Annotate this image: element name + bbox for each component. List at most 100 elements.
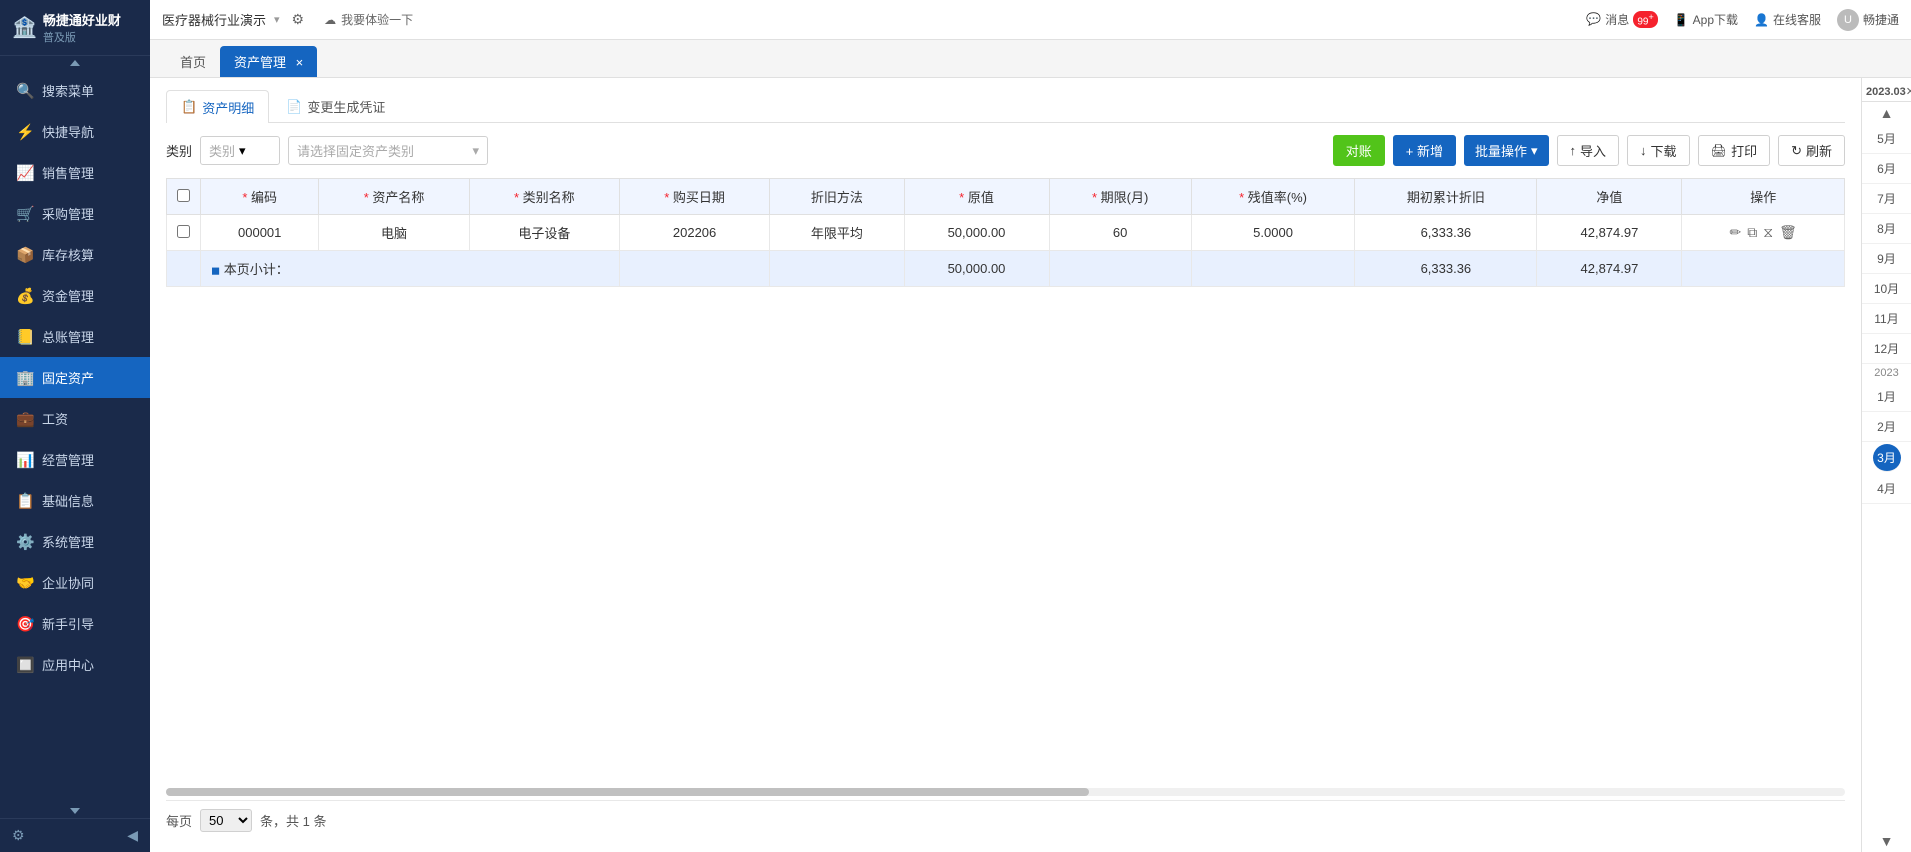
month-item-prev[interactable]: 11月 — [1862, 304, 1911, 334]
panel-down-btn[interactable]: ▼ — [1874, 830, 1900, 852]
topbar-dropdown-icon[interactable]: ▾ — [274, 13, 280, 26]
sidebar-item-9[interactable]: 📊经营管理 — [0, 439, 150, 480]
sidebar-item-1[interactable]: ⚡快捷导航 — [0, 111, 150, 152]
collapse-icon[interactable]: ◀ — [127, 827, 138, 844]
download-btn[interactable]: ↓ 下载 — [1627, 135, 1690, 166]
sidebar-item-2[interactable]: 📈销售管理 — [0, 152, 150, 193]
online-service-btn[interactable]: 👤 在线客服 — [1754, 11, 1821, 28]
account-btn[interactable]: 对账 — [1333, 135, 1385, 166]
sidebar-item-5[interactable]: 💰资金管理 — [0, 275, 150, 316]
sidebar-label-12: 企业协同 — [42, 573, 94, 592]
toolbar-right: 对账 + 新增 批量操作 ▾ ↑ 导入 ↓ 下载 🖨 — [1333, 135, 1845, 166]
new-btn[interactable]: + 新增 — [1393, 135, 1456, 166]
subtotal-row: ◼ 本页小计： 50,000.00 6,333.36 42,874.97 — [167, 251, 1845, 287]
sidebar-icon-13: 🎯 — [16, 615, 34, 633]
sidebar-label-10: 基础信息 — [42, 491, 94, 510]
row-checkbox-0[interactable] — [177, 225, 190, 238]
sidebar-icon-4: 📦 — [16, 246, 34, 264]
tab-home[interactable]: 首页 — [166, 46, 220, 77]
month-item-prev[interactable]: 10月 — [1862, 274, 1911, 304]
subtotal-empty4 — [1049, 251, 1191, 287]
print-btn[interactable]: 🖨 打印 — [1698, 135, 1771, 166]
sidebar-item-8[interactable]: 💼工资 — [0, 398, 150, 439]
sub-tab-voucher[interactable]: 📄 变更生成凭证 — [271, 90, 400, 122]
tab-close-icon[interactable]: × — [296, 55, 304, 70]
sub-tab-asset-detail-label: 资产明细 — [202, 98, 254, 117]
th-purchase-date: * 购买日期 — [619, 179, 769, 215]
message-label: 消息 — [1605, 11, 1629, 28]
tab-asset-management[interactable]: 资产管理 × — [220, 46, 317, 77]
month-item-prev[interactable]: 8月 — [1862, 214, 1911, 244]
page-size-label: 每页 — [166, 811, 192, 830]
sidebar-icon-6: 📒 — [16, 328, 34, 346]
panel-close-btn[interactable]: ✕ — [1906, 85, 1911, 98]
topbar-gear-icon[interactable]: ⚙ — [292, 11, 305, 28]
month-item-current[interactable]: 3月 — [1873, 444, 1901, 472]
right-panel-months: 5月6月7月8月9月10月11月12月20231月2月3月4月 — [1862, 124, 1911, 504]
batch-btn[interactable]: 批量操作 ▾ — [1464, 135, 1549, 166]
sidebar-label-3: 采购管理 — [42, 204, 94, 223]
sidebar-scroll-up[interactable] — [0, 56, 150, 70]
sidebar-item-3[interactable]: 🛒采购管理 — [0, 193, 150, 234]
sidebar-scroll-down[interactable] — [0, 804, 150, 818]
filter-row: 类别 类别 ▾ 请选择固定资产类别 ▾ — [166, 136, 488, 165]
month-item-current[interactable]: 2月 — [1862, 412, 1911, 442]
row-residual-rate: 5.0000 — [1191, 215, 1355, 251]
import-btn[interactable]: ↑ 导入 — [1557, 135, 1620, 166]
month-item-prev[interactable]: 6月 — [1862, 154, 1911, 184]
sidebar-item-14[interactable]: 🔲应用中心 — [0, 644, 150, 685]
copy-icon[interactable]: ⧉ — [1747, 224, 1757, 241]
month-item-current[interactable]: 4月 — [1862, 474, 1911, 504]
delete-icon[interactable]: 🗑 — [1779, 224, 1797, 241]
toolbar: 类别 类别 ▾ 请选择固定资产类别 ▾ 对账 + 新增 批量操作 ▾ — [166, 135, 1845, 166]
sidebar-item-6[interactable]: 📒总账管理 — [0, 316, 150, 357]
table-body: 000001 电脑 电子设备 202206 年限平均 50,000.00 60 … — [167, 215, 1845, 287]
month-item-prev[interactable]: 7月 — [1862, 184, 1911, 214]
row-actions: ✏ ⧉ ⧖ 🗑 — [1682, 215, 1845, 251]
more-icon[interactable]: ⧖ — [1763, 224, 1773, 241]
print-label: 打印 — [1731, 141, 1757, 160]
import-icon: ↑ — [1570, 143, 1577, 158]
page-size-select[interactable]: 50 100 200 — [200, 809, 252, 832]
message-icon: 💬 — [1586, 12, 1601, 26]
th-original-value: * 原值 — [904, 179, 1049, 215]
sidebar-item-0[interactable]: 🔍搜索菜单 — [0, 70, 150, 111]
voucher-icon: 📄 — [286, 99, 302, 115]
horizontal-scrollbar-thumb[interactable] — [166, 788, 1089, 796]
sidebar-label-11: 系统管理 — [42, 532, 94, 551]
sub-tabs: 📋 资产明细 📄 变更生成凭证 — [166, 90, 1845, 123]
edit-icon[interactable]: ✏ — [1730, 224, 1742, 241]
panel-up-btn[interactable]: ▲ — [1874, 102, 1900, 124]
message-btn[interactable]: 💬 消息 99+ — [1586, 11, 1657, 28]
user-name: 畅捷通 — [1863, 11, 1899, 28]
refresh-btn[interactable]: ↻ 刷新 — [1778, 135, 1845, 166]
th-action: 操作 — [1682, 179, 1845, 215]
subtotal-label: ◼ 本页小计： — [201, 251, 620, 287]
app-download-btn[interactable]: 📱 App下载 — [1674, 11, 1738, 28]
tab-home-label: 首页 — [180, 55, 206, 70]
month-item-prev[interactable]: 5月 — [1862, 124, 1911, 154]
select-all-checkbox[interactable] — [177, 189, 190, 202]
sidebar-item-10[interactable]: 📋基础信息 — [0, 480, 150, 521]
sidebar-item-12[interactable]: 🤝企业协同 — [0, 562, 150, 603]
sidebar-item-7[interactable]: 🏢固定资产 — [0, 357, 150, 398]
settings-icon[interactable]: ⚙ — [12, 827, 25, 844]
user-info[interactable]: U 畅捷通 — [1837, 9, 1899, 31]
month-item-current[interactable]: 1月 — [1862, 382, 1911, 412]
sidebar-item-11[interactable]: ⚙️系统管理 — [0, 521, 150, 562]
sidebar-item-4[interactable]: 📦库存核算 — [0, 234, 150, 275]
horizontal-scrollbar[interactable] — [166, 788, 1845, 796]
topbar-feedback: ☁ 我要体验一下 — [324, 11, 413, 28]
tab-asset-label: 资产管理 — [234, 55, 286, 70]
filter-category-select[interactable]: 类别 ▾ — [200, 136, 280, 165]
download-icon: ↓ — [1640, 143, 1647, 158]
sidebar-label-14: 应用中心 — [42, 655, 94, 674]
sidebar-item-13[interactable]: 🎯新手引导 — [0, 603, 150, 644]
filter-asset-category[interactable]: 请选择固定资产类别 ▾ — [288, 136, 488, 165]
feedback-label[interactable]: 我要体验一下 — [341, 11, 413, 28]
sub-tab-voucher-label: 变更生成凭证 — [307, 97, 385, 116]
month-item-prev[interactable]: 12月 — [1862, 334, 1911, 364]
sub-tab-asset-detail[interactable]: 📋 资产明细 — [166, 90, 269, 123]
month-item-prev[interactable]: 9月 — [1862, 244, 1911, 274]
row-accumulated-depreciation: 6,333.36 — [1355, 215, 1537, 251]
